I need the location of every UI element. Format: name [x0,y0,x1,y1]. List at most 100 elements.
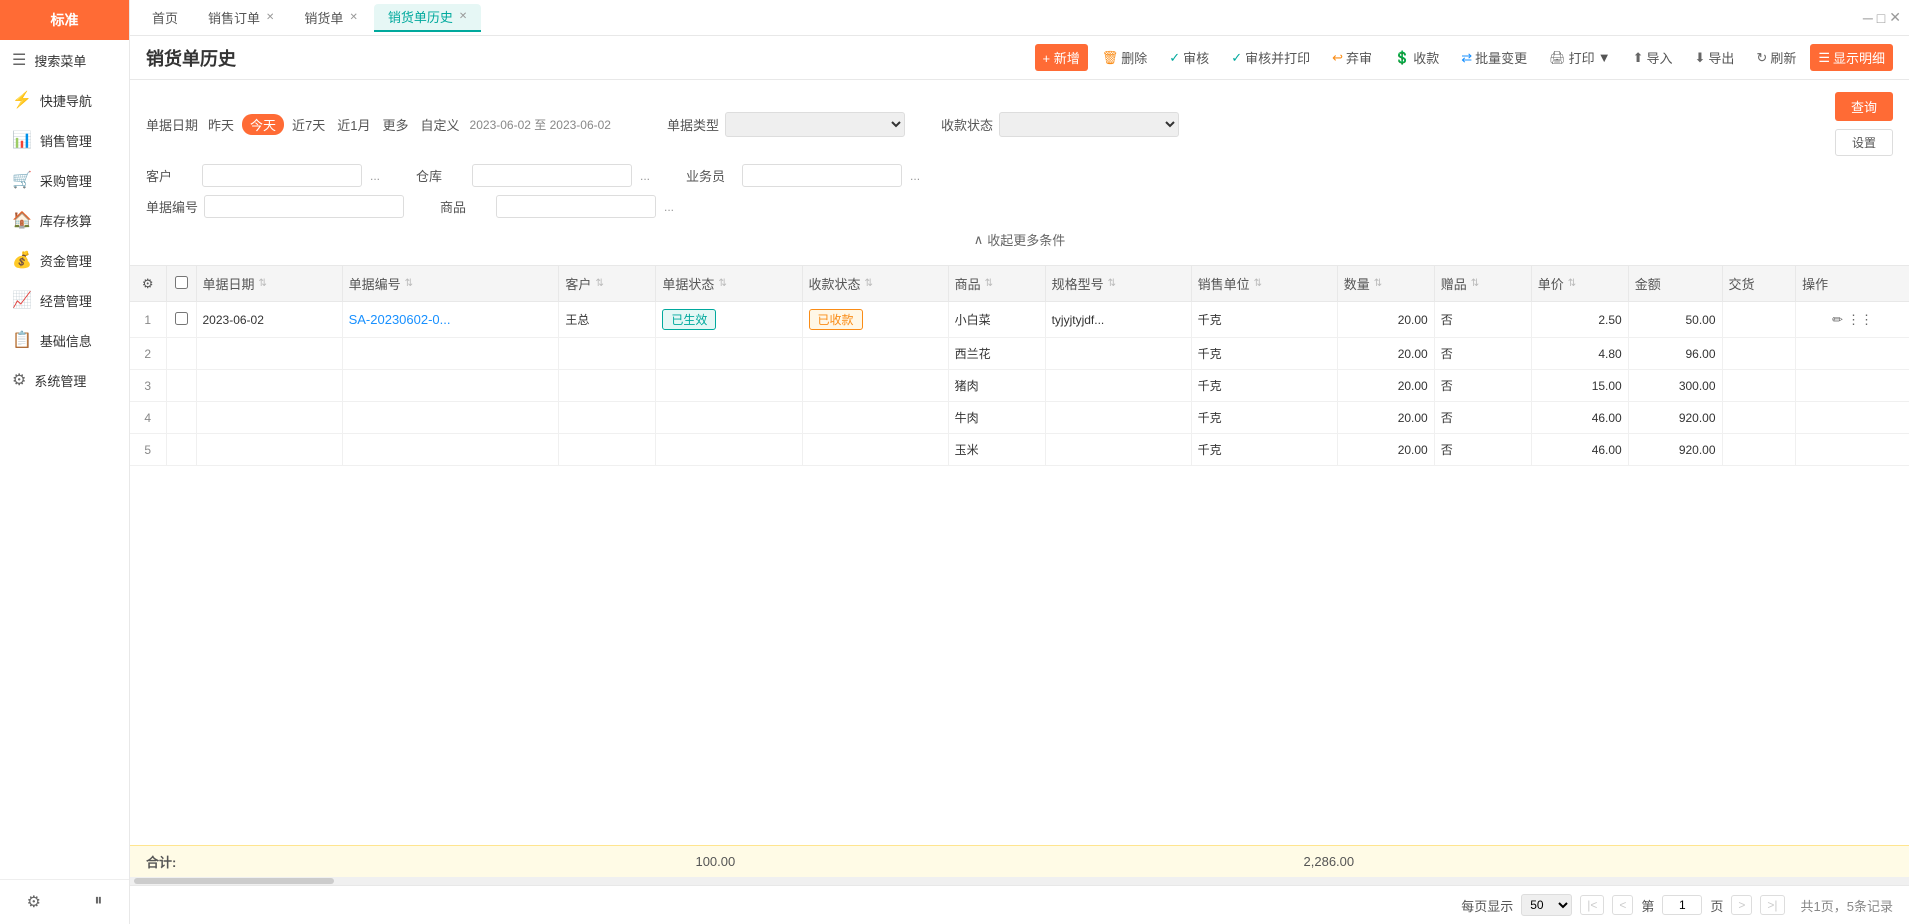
abandon-button[interactable]: ↩ 弃审 [1324,44,1380,71]
tab-sales-goods-history-close[interactable]: ✕ [459,11,467,22]
tab-sales-order-close[interactable]: ✕ [266,12,274,23]
tab-sales-goods[interactable]: 销货单 ✕ [290,4,371,32]
doc-no-link[interactable]: SA-20230602-0... [349,312,451,327]
row-checkbox[interactable] [175,312,188,325]
last-page-button[interactable]: >| [1760,895,1784,915]
sort-customer[interactable]: 客户 ⇅ [565,274,603,293]
cell-checkbox[interactable] [166,370,196,402]
gear-icon[interactable]: ⚙ [142,276,154,291]
page-label-suffix: 页 [1710,896,1723,915]
sort-spec[interactable]: 规格型号 ⇅ [1052,274,1116,293]
filter-settings-button[interactable]: 设置 [1835,129,1893,156]
sidebar-item-sys-mgmt[interactable]: ⚙ 系统管理 [0,360,129,400]
sidebar-item-finance-mgmt[interactable]: 💰 资金管理 [0,240,129,280]
show-detail-button[interactable]: ☰ 显示明细 [1810,44,1893,71]
sidebar-item-sales-mgmt[interactable]: 📊 销售管理 [0,120,129,160]
warehouse-input[interactable] [472,164,632,187]
cell-checkbox[interactable] [166,338,196,370]
sort-doc-status[interactable]: 单据状态 ⇅ [662,274,726,293]
cell-doc-date [196,402,342,434]
col-checkbox[interactable] [166,266,196,302]
sort-goods[interactable]: 商品 ⇅ [955,274,993,293]
cell-checkbox[interactable] [166,434,196,466]
customer-input[interactable] [202,164,362,187]
shortcut-custom[interactable]: 自定义 [417,114,464,135]
cell-checkbox[interactable] [166,402,196,434]
sort-qty[interactable]: 数量 ⇅ [1344,274,1382,293]
goods-input[interactable] [496,195,656,218]
collect-button[interactable]: 💲 收款 [1386,44,1447,71]
sort-gift[interactable]: 赠品 ⇅ [1441,274,1479,293]
cell-doc-date [196,338,342,370]
sort-price[interactable]: 单价 ⇅ [1538,274,1576,293]
new-button[interactable]: + 新增 [1035,44,1088,71]
tab-home[interactable]: 首页 [138,4,192,32]
tab-sales-goods-close[interactable]: ✕ [349,12,357,23]
import-button[interactable]: ⬆ 导入 [1625,44,1681,71]
payment-status-select[interactable] [999,112,1179,137]
window-close-icon[interactable]: ✕ [1889,9,1901,26]
sidebar-item-search-menu[interactable]: ☰ 搜索菜单 [0,40,129,80]
collapse-button[interactable]: ∧ 收起更多条件 [146,226,1893,253]
page-number-input[interactable] [1662,895,1702,915]
next-page-button[interactable]: > [1731,895,1752,915]
select-all-checkbox[interactable] [175,276,188,289]
review-button[interactable]: ✓ 审核 [1161,44,1217,71]
sidebar-item-inventory-calc[interactable]: 🏠 库存核算 [0,200,129,240]
refresh-button[interactable]: ↻ 刷新 [1748,44,1804,71]
sort-unit[interactable]: 销售单位 ⇅ [1198,274,1262,293]
per-page-label: 每页显示 [1461,896,1513,915]
scrollbar-thumb[interactable] [134,878,334,884]
sidebar-item-purchase-mgmt[interactable]: 🛒 采购管理 [0,160,129,200]
cell-customer [559,434,656,466]
col-gear[interactable]: ⚙ [130,266,166,302]
sidebar-bottom: ⚙ ⏸ [0,879,129,924]
sort-pay-status[interactable]: 收款状态 ⇅ [809,274,873,293]
sidebar-item-base-info[interactable]: 📋 基础信息 [0,320,129,360]
cell-doc-status: 已生效 [656,302,802,338]
sidebar: 标准 ☰ 搜索菜单 ⚡ 快捷导航 📊 销售管理 🛒 采购管理 🏠 库存核算 💰 … [0,0,130,924]
shortcut-1month[interactable]: 近1月 [333,114,374,135]
horizontal-scrollbar[interactable] [130,877,1909,885]
tab-sales-order[interactable]: 销售订单 ✕ [194,4,288,32]
import-button-label: 导入 [1646,48,1672,67]
export-button[interactable]: ⬇ 导出 [1686,44,1742,71]
query-button[interactable]: 查询 [1835,92,1893,121]
customer-more-icon[interactable]: ... [370,169,380,183]
print-button[interactable]: 🖨 打印 ▼ [1541,44,1618,71]
cell-checkbox[interactable] [166,302,196,338]
sidebar-pause-icon[interactable]: ⏸ [94,892,102,912]
doc-type-select[interactable] [725,112,905,137]
batch-change-button[interactable]: ⇄ 批量变更 [1453,44,1535,71]
tab-sales-goods-history[interactable]: 销货单历史 ✕ [374,4,481,32]
cell-unit: 千克 [1191,302,1337,338]
shortcut-today[interactable]: 今天 [242,114,284,135]
edit-action-icon[interactable]: ✏ [1832,312,1843,327]
delete-button[interactable]: 🗑 删除 [1094,44,1156,71]
sort-doc-no[interactable]: 单据编号 ⇅ [349,274,413,293]
sidebar-item-label: 销售管理 [40,131,92,150]
first-page-button[interactable]: |< [1580,895,1604,915]
cell-transaction [1722,434,1796,466]
shortcut-more[interactable]: 更多 [379,114,413,135]
sidebar-item-quick-nav[interactable]: ⚡ 快捷导航 [0,80,129,120]
cell-row-num: 2 [130,338,166,370]
sidebar-item-ops-mgmt[interactable]: 📈 经营管理 [0,280,129,320]
window-minimize-icon[interactable]: ─ [1863,10,1873,26]
business-more-icon[interactable]: ... [910,169,920,183]
window-maximize-icon[interactable]: □ [1877,10,1885,26]
per-page-select[interactable]: 50 10 20 100 [1521,894,1572,916]
more-action-icon[interactable]: ⋮⋮ [1847,312,1873,327]
table-header-row: ⚙ 单据日期 ⇅ 单据编号 [130,266,1909,302]
sidebar-settings-icon[interactable]: ⚙ [27,892,41,912]
doc-no-input[interactable] [204,195,404,218]
prev-page-button[interactable]: < [1612,895,1633,915]
shortcut-7days[interactable]: 近7天 [288,114,329,135]
tab-sales-order-label: 销售订单 [208,8,260,27]
warehouse-more-icon[interactable]: ... [640,169,650,183]
review-print-button[interactable]: ✓ 审核并打印 [1223,44,1318,71]
goods-more-icon[interactable]: ... [664,200,674,214]
sort-doc-date[interactable]: 单据日期 ⇅ [203,274,267,293]
business-input[interactable] [742,164,902,187]
shortcut-yesterday[interactable]: 昨天 [204,114,238,135]
